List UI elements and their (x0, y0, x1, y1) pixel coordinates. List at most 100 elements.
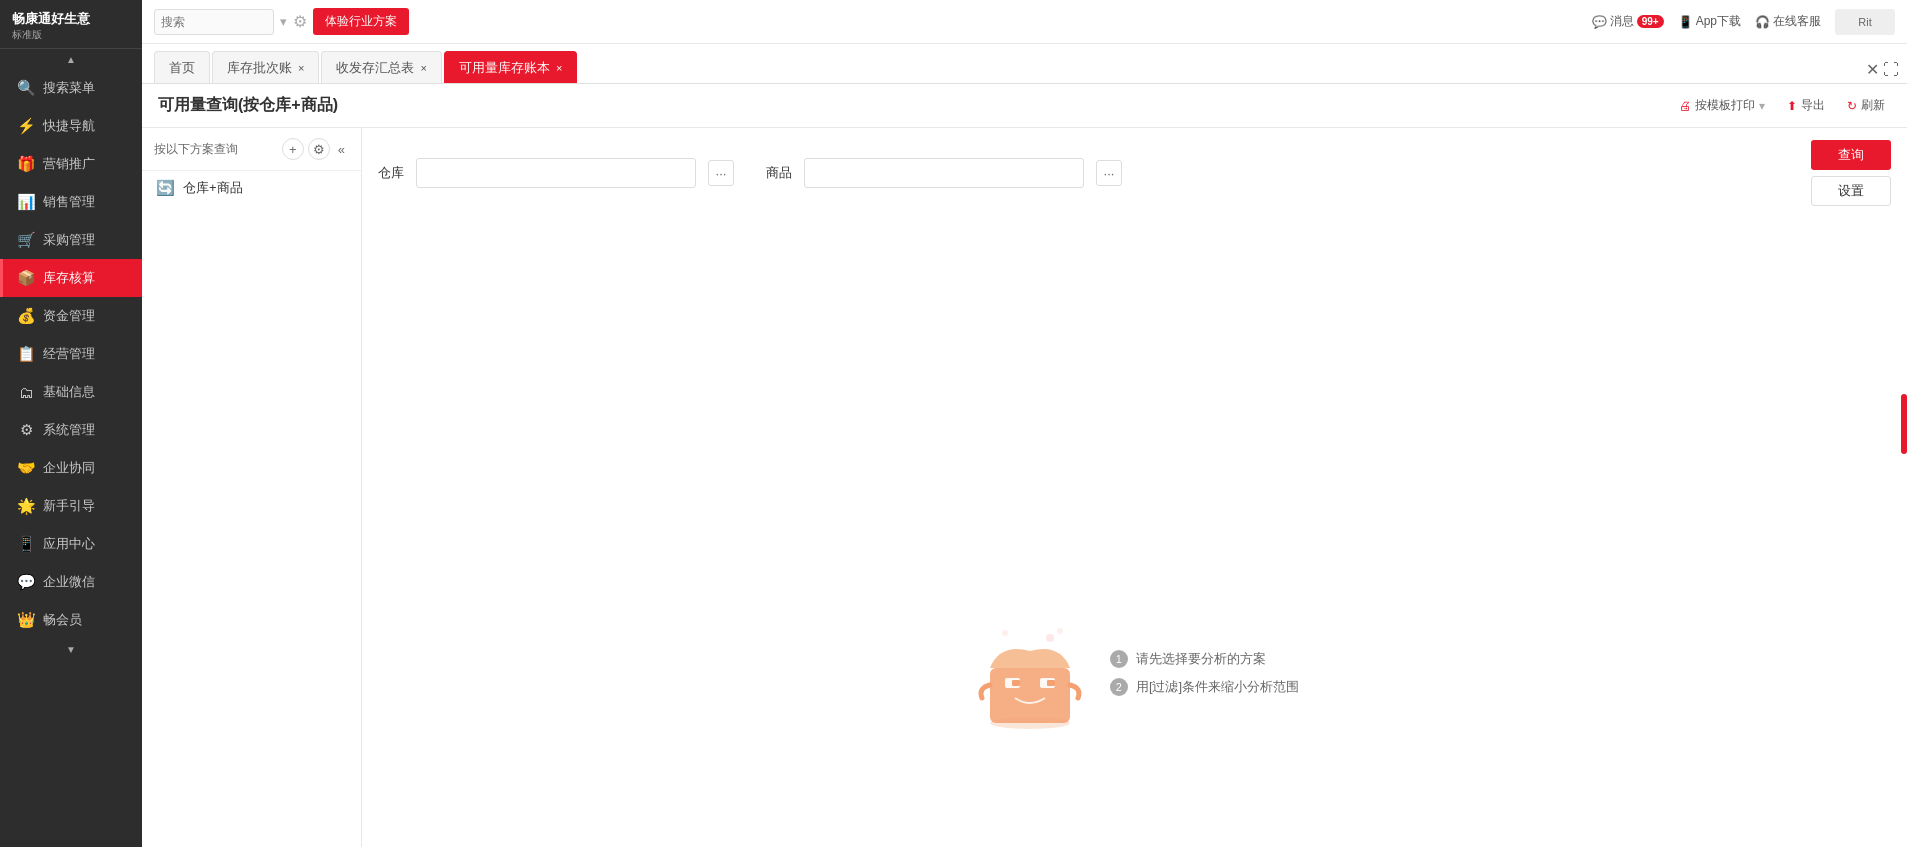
member-icon: 👑 (17, 611, 35, 629)
tab-batch-ledger[interactable]: 库存批次账 × (212, 51, 319, 83)
phone-icon: 📱 (1678, 15, 1693, 29)
sidebar-item-label-quick-nav: 快捷导航 (43, 117, 95, 135)
industry-btn[interactable]: 体验行业方案 (313, 8, 409, 35)
tab-fullscreen-btn[interactable]: ⛶ (1883, 61, 1899, 79)
sidebar: 畅康通好生意 标准版 ▲ 🔍 搜索菜单 ⚡ 快捷导航 🎁 营销推广 📊 销售管理… (0, 0, 142, 847)
svg-point-7 (1057, 628, 1063, 634)
tab-batch-ledger-close[interactable]: × (298, 62, 304, 74)
right-scroll-indicator (1901, 394, 1907, 454)
sidebar-item-label-member: 畅会员 (43, 611, 82, 629)
svg-rect-4 (1012, 680, 1020, 686)
search-icon: 🔍 (17, 79, 35, 97)
settings-scheme-btn[interactable]: ⚙ (308, 138, 330, 160)
sidebar-item-label-purchase: 采购管理 (43, 231, 95, 249)
search-input[interactable] (154, 9, 274, 35)
tab-available-ledger-close[interactable]: × (556, 62, 562, 74)
print-btn[interactable]: 🖨 按模板打印 ▾ (1673, 94, 1771, 117)
tab-deposit-summary[interactable]: 收发存汇总表 × (321, 51, 441, 83)
refresh-label: 刷新 (1861, 97, 1885, 114)
query-panel-btns: + ⚙ « (282, 138, 349, 160)
tab-available-ledger[interactable]: 可用量库存账本 × (444, 51, 577, 83)
query-panel: 按以下方案查询 + ⚙ « 🔄 仓库+商品 (142, 128, 362, 847)
svg-rect-1 (990, 668, 1070, 723)
topbar-dropdown-icon[interactable]: ▾ (280, 14, 287, 29)
scheme-item[interactable]: 🔄 仓库+商品 (142, 171, 361, 205)
add-scheme-btn[interactable]: + (282, 138, 304, 160)
svg-point-8 (1002, 630, 1008, 636)
sidebar-scroll-up[interactable]: ▲ (0, 49, 142, 69)
sidebar-item-operation[interactable]: 📋 经营管理 (0, 335, 142, 373)
sidebar-logo: 畅康通好生意 标准版 (0, 0, 142, 49)
sidebar-item-marketing[interactable]: 🎁 营销推广 (0, 145, 142, 183)
message-badge: 99+ (1637, 15, 1664, 28)
goods-more-btn[interactable]: ··· (1096, 160, 1122, 186)
sidebar-item-basic[interactable]: 🗂 基础信息 (0, 373, 142, 411)
tip-text-2: 用[过滤]条件来缩小分析范围 (1136, 678, 1299, 696)
sidebar-item-newbie[interactable]: 🌟 新手引导 (0, 487, 142, 525)
sidebar-item-app-center[interactable]: 📱 应用中心 (0, 525, 142, 563)
enterprise-icon: 🤝 (17, 459, 35, 477)
print-dropdown-icon[interactable]: ▾ (1759, 99, 1765, 113)
sidebar-item-search[interactable]: 🔍 搜索菜单 (0, 69, 142, 107)
tab-deposit-summary-close[interactable]: × (420, 62, 426, 74)
online-service-btn[interactable]: 🎧 在线客服 (1755, 13, 1821, 30)
sidebar-item-inventory[interactable]: 📦 库存核算 (0, 259, 142, 297)
headset-icon: 🎧 (1755, 15, 1770, 29)
tabs-bar: 首页 库存批次账 × 收发存汇总表 × 可用量库存账本 × ✕ ⛶ (142, 44, 1907, 84)
sidebar-item-label-inventory: 库存核算 (43, 269, 95, 287)
sidebar-item-label-marketing: 营销推广 (43, 155, 95, 173)
basic-icon: 🗂 (17, 384, 35, 401)
sidebar-item-label-app-center: 应用中心 (43, 535, 95, 553)
sidebar-item-label-newbie: 新手引导 (43, 497, 95, 515)
sidebar-item-enterprise[interactable]: 🤝 企业协同 (0, 449, 142, 487)
content-area: 按以下方案查询 + ⚙ « 🔄 仓库+商品 仓库 ··· 商品 (142, 128, 1907, 847)
export-btn[interactable]: ⬆ 导出 (1781, 94, 1831, 117)
sidebar-item-label-sales: 销售管理 (43, 193, 95, 211)
sidebar-item-wechat[interactable]: 💬 企业微信 (0, 563, 142, 601)
collapse-panel-btn[interactable]: « (334, 140, 349, 159)
scheme-label: 仓库+商品 (183, 179, 243, 197)
warehouse-more-btn[interactable]: ··· (708, 160, 734, 186)
app-download-btn[interactable]: 📱 App下载 (1678, 13, 1741, 30)
svg-rect-5 (1047, 680, 1055, 686)
refresh-btn[interactable]: ↻ 刷新 (1841, 94, 1891, 117)
tab-home[interactable]: 首页 (154, 51, 210, 83)
sidebar-item-finance[interactable]: 💰 资金管理 (0, 297, 142, 335)
sidebar-item-quick-nav[interactable]: ⚡ 快捷导航 (0, 107, 142, 145)
system-icon: ⚙ (17, 421, 35, 439)
topbar-settings-icon[interactable]: ⚙ (293, 12, 307, 31)
app-name: 畅康通好生意 (12, 10, 130, 28)
empty-illustration (970, 613, 1090, 733)
sidebar-scroll-down[interactable]: ▼ (0, 639, 142, 659)
filter-settings-btn[interactable]: 设置 (1811, 176, 1891, 206)
user-avatar[interactable]: Rit (1835, 9, 1895, 35)
goods-input[interactable] (804, 158, 1084, 188)
newbie-icon: 🌟 (17, 497, 35, 515)
print-icon: 🖨 (1679, 99, 1691, 113)
topbar: ▾ ⚙ 体验行业方案 💬 消息 99+ 📱 App下载 🎧 在线客服 Rit (142, 0, 1907, 44)
app-subtitle: 标准版 (12, 28, 130, 42)
empty-tips: 1 请先选择要分析的方案 2 用[过滤]条件来缩小分析范围 (1110, 650, 1299, 696)
quick-nav-icon: ⚡ (17, 117, 35, 135)
tab-close-btn[interactable]: ✕ (1866, 60, 1879, 79)
message-label: 消息 (1610, 13, 1634, 30)
sidebar-item-label-basic: 基础信息 (43, 383, 95, 401)
svg-point-6 (1046, 634, 1054, 642)
tabs-actions: ✕ ⛶ (1866, 60, 1907, 83)
tab-deposit-summary-label: 收发存汇总表 (336, 59, 414, 77)
app-center-icon: 📱 (17, 535, 35, 553)
query-btn[interactable]: 查询 (1811, 140, 1891, 170)
message-btn[interactable]: 💬 消息 99+ (1592, 13, 1664, 30)
sidebar-item-label-system: 系统管理 (43, 421, 95, 439)
sidebar-item-purchase[interactable]: 🛒 采购管理 (0, 221, 142, 259)
sidebar-item-member[interactable]: 👑 畅会员 (0, 601, 142, 639)
tip-num-2: 2 (1110, 678, 1128, 696)
refresh-icon: ↻ (1847, 99, 1857, 113)
sidebar-item-system[interactable]: ⚙ 系统管理 (0, 411, 142, 449)
topbar-right: 💬 消息 99+ 📱 App下载 🎧 在线客服 Rit (1592, 9, 1895, 35)
empty-content: 1 请先选择要分析的方案 2 用[过滤]条件来缩小分析范围 (970, 613, 1299, 733)
warehouse-input[interactable] (416, 158, 696, 188)
sidebar-item-sales[interactable]: 📊 销售管理 (0, 183, 142, 221)
tip-num-1: 1 (1110, 650, 1128, 668)
tab-available-ledger-label: 可用量库存账本 (459, 59, 550, 77)
